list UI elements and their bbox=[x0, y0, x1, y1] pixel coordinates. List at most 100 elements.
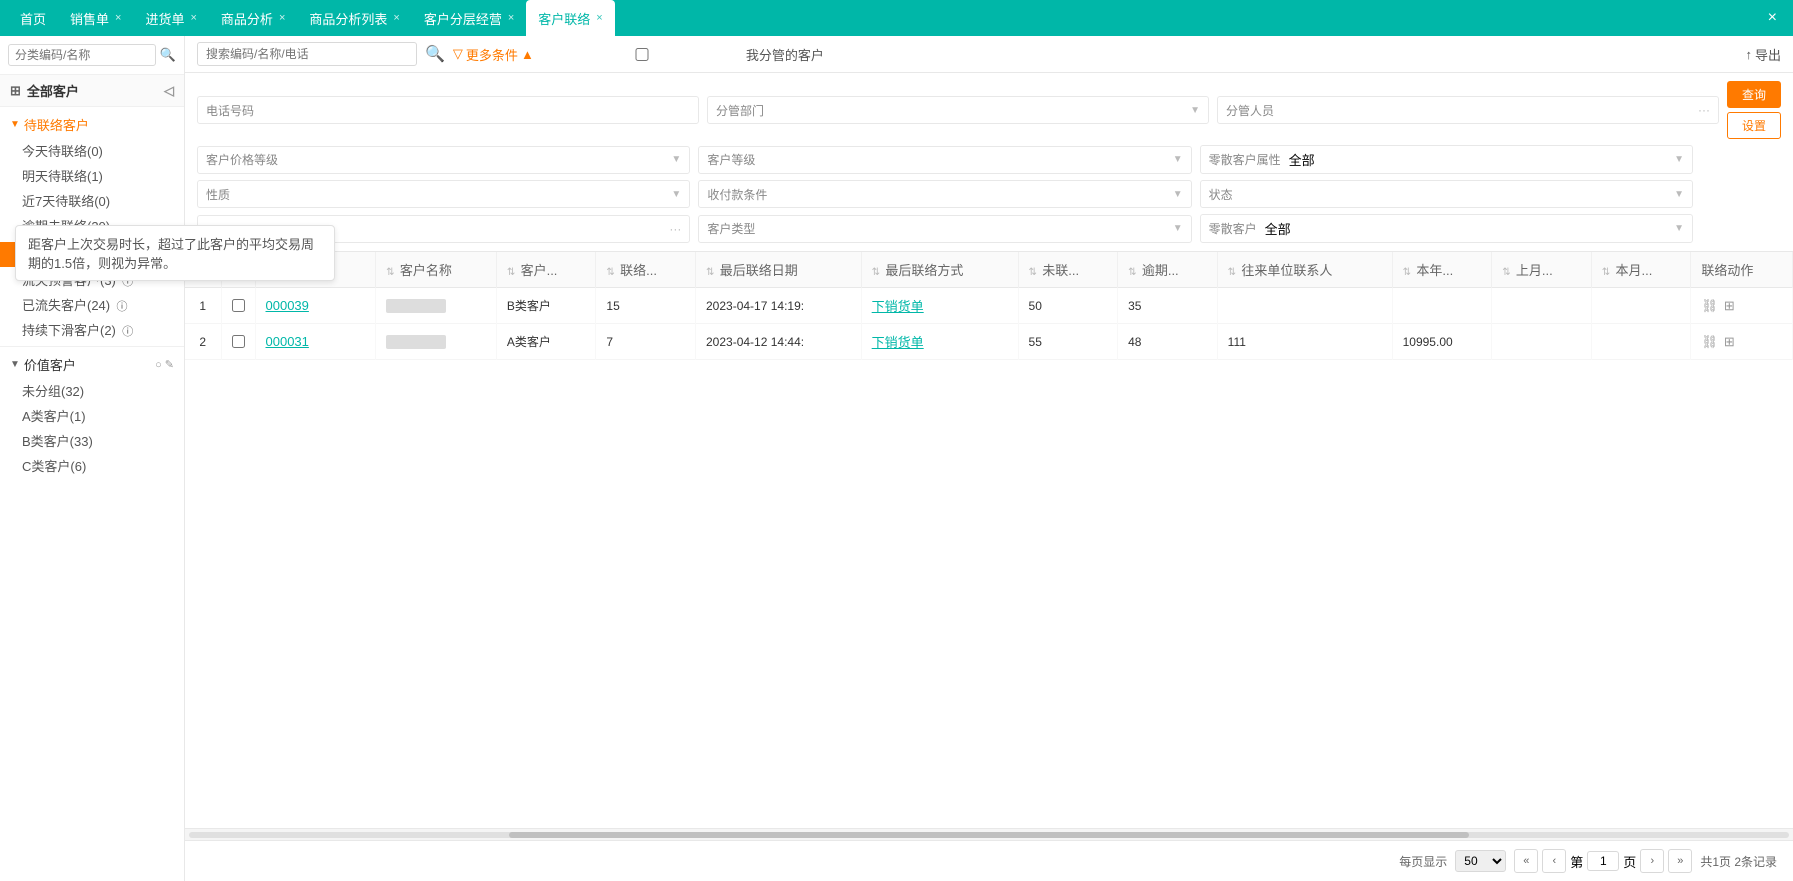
sort-icon-contacts: ⇅ bbox=[1228, 267, 1236, 278]
sort-icon-contact-count: ⇅ bbox=[606, 267, 614, 278]
search-button[interactable]: 🔍 bbox=[425, 44, 445, 64]
nav-item-product-list[interactable]: 商品分析列表 × bbox=[297, 0, 411, 36]
row2-contact-count: 7 bbox=[596, 324, 696, 360]
row1-checkbox[interactable] bbox=[221, 288, 255, 324]
close-customer-contact-tab[interactable]: × bbox=[596, 12, 602, 24]
export-button[interactable]: ↑ 导出 bbox=[1745, 45, 1781, 64]
manager-more-btn[interactable]: ··· bbox=[1698, 103, 1710, 117]
sidebar-collapse-button[interactable]: ◁ bbox=[164, 83, 174, 99]
filter-dept-label: 分管部门 bbox=[716, 102, 764, 119]
nav-item-purchase[interactable]: 进货单 × bbox=[133, 0, 208, 36]
filter-dept[interactable]: 分管部门 ▼ bbox=[707, 96, 1209, 124]
sidebar-item-declining[interactable]: 持续下滑客户(2) ⓘ bbox=[0, 317, 184, 342]
sidebar-item-today[interactable]: 今天待联络(0) bbox=[0, 138, 184, 163]
row1-code[interactable]: 000039 bbox=[255, 288, 376, 324]
sidebar-item-lost[interactable]: 已流失客户(24) ⓘ bbox=[0, 292, 184, 317]
more-conditions-button[interactable]: ▽ 更多条件 ▲ bbox=[453, 45, 534, 64]
sidebar-item-tomorrow[interactable]: 明天待联络(1) bbox=[0, 163, 184, 188]
value-group-edit-icons[interactable]: ○ ✎ bbox=[155, 358, 174, 371]
pending-contact-header[interactable]: ▼ 待联络客户 bbox=[0, 111, 184, 138]
row2-grid-icon[interactable]: ⊞ bbox=[1724, 334, 1735, 350]
close-sales-tab[interactable]: × bbox=[115, 12, 121, 24]
sidebar-search-area: 🔍 bbox=[0, 36, 184, 75]
col-contact-count-header[interactable]: ⇅ 联络... bbox=[596, 252, 696, 288]
filter-more-btn[interactable]: ··· bbox=[669, 222, 681, 236]
row1-link-icon[interactable]: ⛓ bbox=[1701, 298, 1718, 314]
row2-last-contact-method[interactable]: 下销货单 bbox=[861, 324, 1018, 360]
sidebar-item-c-class[interactable]: C类客户(6) bbox=[0, 453, 184, 478]
filter-row-4: ··· 客户类型 ▼ 零散客户 全部 ▼ bbox=[197, 214, 1781, 243]
sidebar-search-input[interactable] bbox=[8, 44, 156, 66]
filter-retail-attr[interactable]: 零散客户属性 全部 ▼ bbox=[1200, 145, 1693, 174]
row2-uncontacted: 55 bbox=[1018, 324, 1118, 360]
scrollbar-thumb[interactable] bbox=[509, 832, 1469, 838]
col-this-year-header[interactable]: ⇅ 本年... bbox=[1392, 252, 1492, 288]
filter-retail-customer[interactable]: 零散客户 全部 ▼ bbox=[1200, 214, 1693, 243]
col-last-month-header[interactable]: ⇅ 上月... bbox=[1492, 252, 1592, 288]
horizontal-scrollbar[interactable] bbox=[185, 828, 1793, 840]
col-last-contact-method-header[interactable]: ⇅ 最后联络方式 bbox=[861, 252, 1018, 288]
nav-item-product-analysis[interactable]: 商品分析 × bbox=[209, 0, 297, 36]
my-customers-checkbox[interactable] bbox=[542, 48, 742, 61]
col-overdue-header[interactable]: ⇅ 逾期... bbox=[1118, 252, 1218, 288]
close-product-list-tab[interactable]: × bbox=[393, 12, 399, 24]
settings-button[interactable]: 设置 bbox=[1727, 112, 1781, 139]
sort-icon-customer-type: ⇅ bbox=[507, 267, 515, 278]
filter-payment[interactable]: 收付款条件 ▼ bbox=[698, 180, 1191, 208]
row2-contacts: 111 bbox=[1217, 324, 1392, 360]
col-last-contact-date-header[interactable]: ⇅ 最后联络日期 bbox=[696, 252, 862, 288]
my-customers-checkbox-label[interactable]: 我分管的客户 bbox=[542, 45, 824, 64]
col-name-header[interactable]: ⇅ 客户名称 bbox=[376, 252, 497, 288]
row2-link-icon[interactable]: ⛓ bbox=[1701, 334, 1718, 350]
total-info: 共1页 2条记录 bbox=[1700, 853, 1777, 870]
advanced-filter-panel: 电话号码 分管部门 ▼ 分管人员 ··· 查询 设置 客户价格等级 bbox=[185, 73, 1793, 252]
col-this-month-header[interactable]: ⇅ 本月... bbox=[1591, 252, 1691, 288]
customer-type-arrow: ▼ bbox=[1173, 223, 1183, 234]
sidebar-all-customers-header[interactable]: ⊞ 全部客户 ◁ bbox=[0, 75, 184, 107]
nav-item-home[interactable]: 首页 bbox=[8, 0, 58, 36]
row1-name bbox=[376, 288, 497, 324]
customer-level-arrow: ▼ bbox=[1173, 154, 1183, 165]
per-page-select[interactable]: 50 100 bbox=[1455, 850, 1506, 872]
nav-item-customer-contact[interactable]: 客户联络 × bbox=[526, 0, 614, 36]
page-input[interactable] bbox=[1587, 851, 1619, 871]
next-page-button[interactable]: › bbox=[1640, 849, 1664, 873]
row2-checkbox[interactable] bbox=[221, 324, 255, 360]
row2-select-checkbox[interactable] bbox=[232, 335, 245, 348]
sidebar: 🔍 ⊞ 全部客户 ◁ ▼ 待联络客户 今天待联络(0) 明天待联络(1) 近7天… bbox=[0, 36, 185, 881]
search-input[interactable] bbox=[197, 42, 417, 66]
col-uncontacted-header[interactable]: ⇅ 未联... bbox=[1018, 252, 1118, 288]
col-contacts-header[interactable]: ⇅ 往来单位联系人 bbox=[1217, 252, 1392, 288]
value-customer-group-header[interactable]: ▼ 价值客户 ○ ✎ bbox=[0, 351, 184, 378]
sidebar-search-icon[interactable]: 🔍 bbox=[160, 47, 176, 63]
close-product-analysis-tab[interactable]: × bbox=[279, 12, 285, 24]
last-page-button[interactable]: » bbox=[1668, 849, 1692, 873]
query-button[interactable]: 查询 bbox=[1727, 81, 1781, 108]
nav-item-customer-tier[interactable]: 客户分层经营 × bbox=[412, 0, 526, 36]
prev-page-button[interactable]: ‹ bbox=[1542, 849, 1566, 873]
close-purchase-tab[interactable]: × bbox=[190, 12, 196, 24]
filter-manager[interactable]: 分管人员 ··· bbox=[1217, 96, 1719, 124]
sidebar-item-ungrouped[interactable]: 未分组(32) bbox=[0, 378, 184, 403]
filter-nature[interactable]: 性质 ▼ bbox=[197, 180, 690, 208]
row1-grid-icon[interactable]: ⊞ bbox=[1724, 298, 1735, 314]
row1-select-checkbox[interactable] bbox=[232, 299, 245, 312]
sidebar-item-7days[interactable]: 近7天待联络(0) bbox=[0, 188, 184, 213]
close-customer-tier-tab[interactable]: × bbox=[508, 12, 514, 24]
filter-price-level[interactable]: 客户价格等级 ▼ bbox=[197, 146, 690, 174]
filter-customer-type[interactable]: 客户类型 ▼ bbox=[698, 215, 1191, 243]
first-page-button[interactable]: « bbox=[1514, 849, 1538, 873]
filter-customer-level[interactable]: 客户等级 ▼ bbox=[698, 146, 1191, 174]
filter-nature-label: 性质 bbox=[206, 186, 230, 203]
retail-customer-arrow: ▼ bbox=[1674, 223, 1684, 234]
sidebar-item-a-class[interactable]: A类客户(1) bbox=[0, 403, 184, 428]
window-close-button[interactable]: × bbox=[1760, 9, 1785, 27]
scrollbar-track[interactable] bbox=[189, 832, 1789, 838]
filter-status[interactable]: 状态 ▼ bbox=[1200, 180, 1693, 208]
filter-phone[interactable]: 电话号码 bbox=[197, 96, 699, 124]
col-customer-type-header[interactable]: ⇅ 客户... bbox=[496, 252, 596, 288]
row1-last-contact-method[interactable]: 下销货单 bbox=[861, 288, 1018, 324]
sidebar-item-b-class[interactable]: B类客户(33) bbox=[0, 428, 184, 453]
row2-code[interactable]: 000031 bbox=[255, 324, 376, 360]
nav-item-sales[interactable]: 销售单 × bbox=[58, 0, 133, 36]
